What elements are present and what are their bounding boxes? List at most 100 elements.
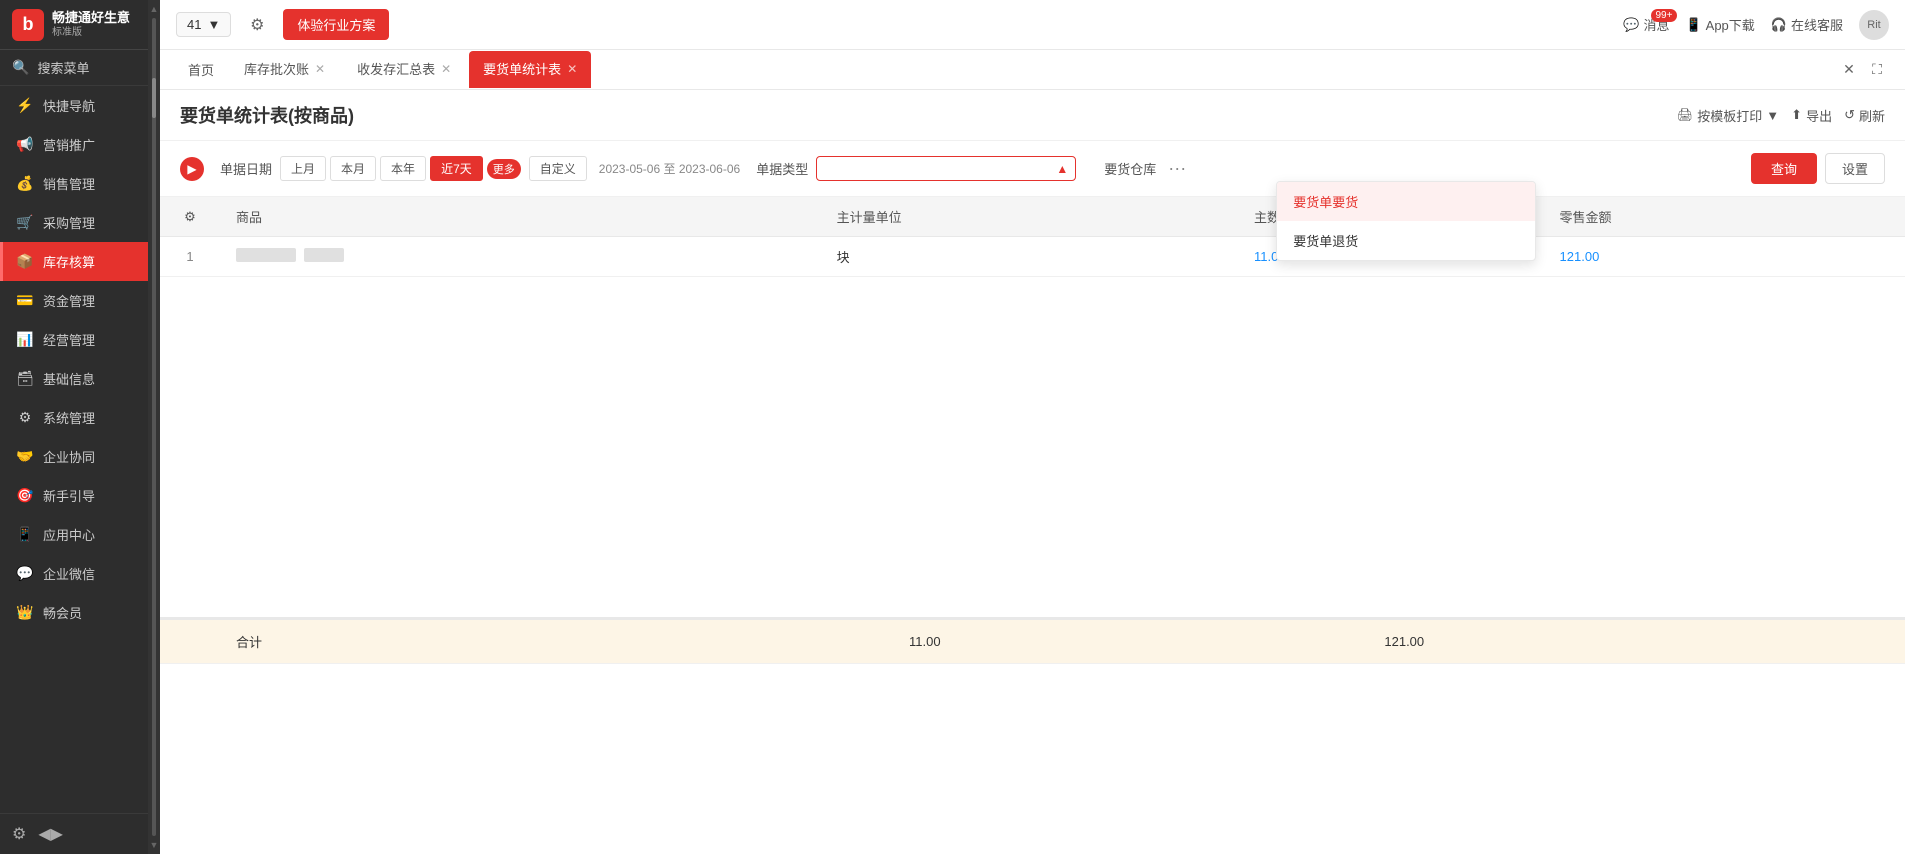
table-settings-icon: ⚙ <box>184 209 196 225</box>
scroll-thumb <box>152 78 156 118</box>
scroll-down-arrow[interactable]: ▼ <box>150 840 159 850</box>
scroll-up-arrow[interactable]: ▲ <box>150 4 159 14</box>
warehouse-more-icon[interactable]: ··· <box>1164 158 1190 179</box>
tab-inventory-batch[interactable]: 库存批次账 ✕ <box>230 51 339 88</box>
sidebar-item-enterprise[interactable]: 🤝 企业协同 <box>0 437 148 476</box>
tab-order-stats-close[interactable]: ✕ <box>567 62 577 76</box>
sidebar-item-basic-info[interactable]: 🗃 基础信息 <box>0 359 148 398</box>
sidebar-search[interactable]: 🔍 搜索菜单 <box>0 50 148 86</box>
product-placeholder-2 <box>304 248 344 262</box>
sidebar-nav: ⚡ 快捷导航 📢 营销推广 💰 销售管理 🛒 采购管理 📦 库存核算 💳 资金管… <box>0 86 148 813</box>
sales-icon: 💰 <box>15 175 35 192</box>
store-selector[interactable]: 41 ▼ <box>176 12 231 37</box>
quick-nav-icon: ⚡ <box>15 97 35 114</box>
table-row: 1 块 11.00 121.00 <box>160 237 1905 277</box>
sidebar-item-quick-nav[interactable]: ⚡ 快捷导航 <box>0 86 148 125</box>
tab-home[interactable]: 首页 <box>176 52 226 87</box>
sidebar-item-inventory[interactable]: 📦 库存核算 <box>0 242 148 281</box>
curr-year-button[interactable]: 本年 <box>380 156 426 181</box>
type-input-wrapper: ▲ 要货单要货 要货单退货 <box>816 156 1076 181</box>
logo-icon: b <box>12 9 44 41</box>
basic-info-icon: 🗃 <box>15 370 35 387</box>
industry-plan-button[interactable]: 体验行业方案 <box>283 9 389 40</box>
sidebar-item-app-center[interactable]: 📱 应用中心 <box>0 515 148 554</box>
sidebar-item-member[interactable]: 👑 畅会员 <box>0 593 148 632</box>
wechat-icon: 💬 <box>15 565 35 582</box>
prev-month-button[interactable]: 上月 <box>280 156 326 181</box>
data-table: ⚙ 商品 主计量单位 主数量 零售金额 1 <box>160 197 1905 277</box>
purchase-icon: 🛒 <box>15 214 35 231</box>
tab-collection-summary[interactable]: 收发存汇总表 ✕ <box>343 51 465 88</box>
sidebar-footer: ⚙ ◀▶ <box>0 813 148 854</box>
sidebar-item-system[interactable]: ⚙ 系统管理 <box>0 398 148 437</box>
last-7-days-button[interactable]: 近7天 <box>430 156 483 181</box>
filter-settings-button[interactable]: 设置 <box>1825 153 1885 184</box>
sidebar-item-guide[interactable]: 🎯 新手引导 <box>0 476 148 515</box>
app-center-icon: 📱 <box>15 526 35 543</box>
notification-icon: 💬 <box>1623 17 1639 33</box>
avatar[interactable]: Rit <box>1859 10 1889 40</box>
sidebar-item-sales[interactable]: 💰 销售管理 <box>0 164 148 203</box>
sidebar-item-label: 经营管理 <box>43 330 95 349</box>
sidebar-item-label: 资金管理 <box>43 291 95 310</box>
tab-order-stats[interactable]: 要货单统计表 ✕ <box>469 51 591 88</box>
print-button[interactable]: 🖨 按模板打印 ▼ <box>1677 106 1779 125</box>
tab-inventory-batch-close[interactable]: ✕ <box>315 62 325 76</box>
refresh-button[interactable]: ↺ 刷新 <box>1844 106 1885 125</box>
online-service-area[interactable]: 🎧 在线客服 <box>1771 15 1843 34</box>
date-quick-buttons: 上月 本月 本年 近7天 更多 <box>280 156 521 181</box>
export-icon: ⬆ <box>1791 107 1802 123</box>
dropdown-item-order-goods[interactable]: 要货单要货 <box>1277 182 1535 221</box>
total-amount: 121.00 <box>1368 619 1905 664</box>
type-filter-input[interactable] <box>816 156 1076 181</box>
table-wrapper: ⚙ 商品 主计量单位 主数量 零售金额 1 <box>160 197 1905 277</box>
settings-footer-icon[interactable]: ⚙ <box>12 824 26 844</box>
tabs-controls: ✕ ⛶ <box>1837 58 1889 82</box>
export-button[interactable]: ⬆ 导出 <box>1791 106 1832 125</box>
notification-area[interactable]: 💬 消息 99+ <box>1623 15 1669 34</box>
sidebar-item-finance[interactable]: 💳 资金管理 <box>0 281 148 320</box>
sidebar-item-marketing[interactable]: 📢 营销推广 <box>0 125 148 164</box>
col-settings[interactable]: ⚙ <box>160 197 220 237</box>
sidebar-item-label: 销售管理 <box>43 174 95 193</box>
sidebar-item-label: 企业协同 <box>43 447 95 466</box>
curr-month-button[interactable]: 本月 <box>330 156 376 181</box>
col-unit: 主计量单位 <box>821 197 1238 237</box>
query-button[interactable]: 查询 <box>1751 153 1817 184</box>
toggle-sidebar-icon[interactable]: ◀▶ <box>38 824 63 844</box>
type-chevron-up-icon[interactable]: ▲ <box>1056 162 1068 176</box>
row-seq: 1 <box>160 237 220 277</box>
dropdown-item-order-return[interactable]: 要货单退货 <box>1277 221 1535 260</box>
sidebar-item-label: 系统管理 <box>43 408 95 427</box>
top-header: 41 ▼ ⚙ 体验行业方案 💬 消息 99+ 📱 App下载 🎧 在线客服 Ri… <box>160 0 1905 50</box>
total-area: 合计 11.00 121.00 <box>160 617 1905 664</box>
type-dropdown: 要货单要货 要货单退货 <box>1276 181 1536 261</box>
product-placeholder-1 <box>236 248 296 262</box>
date-filter-label: 单据日期 <box>220 159 272 178</box>
row-product <box>220 237 821 277</box>
sidebar-item-label: 企业微信 <box>43 564 95 583</box>
scroll-track <box>152 18 156 836</box>
tab-expand-button[interactable]: ⛶ <box>1865 58 1889 82</box>
row-unit: 块 <box>821 237 1238 277</box>
header-gear-button[interactable]: ⚙ <box>243 11 271 39</box>
date-more-badge[interactable]: 更多 <box>487 159 521 179</box>
sidebar-item-purchase[interactable]: 🛒 采购管理 <box>0 203 148 242</box>
filter-expand-button[interactable]: ▶ <box>180 157 204 181</box>
tab-close-all-button[interactable]: ✕ <box>1837 58 1861 82</box>
filter-action-buttons: 查询 设置 <box>1751 153 1885 184</box>
sidebar-item-operations[interactable]: 📊 经营管理 <box>0 320 148 359</box>
tab-collection-summary-close[interactable]: ✕ <box>441 62 451 76</box>
refresh-label: 刷新 <box>1859 106 1885 125</box>
inventory-icon: 📦 <box>15 253 35 270</box>
date-custom-button[interactable]: 自定义 <box>529 156 587 181</box>
row-amount-link[interactable]: 121.00 <box>1560 249 1600 264</box>
warehouse-filter-group: 要货仓库 ··· <box>1104 158 1190 179</box>
app-download-area[interactable]: 📱 App下载 <box>1685 15 1754 34</box>
sidebar-item-wechat[interactable]: 💬 企业微信 <box>0 554 148 593</box>
sidebar-item-label: 基础信息 <box>43 369 95 388</box>
total-quantity: 11.00 <box>893 619 1368 664</box>
sidebar-item-label: 畅会员 <box>43 603 82 622</box>
sidebar-item-label: 库存核算 <box>43 252 95 271</box>
sidebar: b 畅捷通好生意 标准版 🔍 搜索菜单 ⚡ 快捷导航 📢 营销推广 💰 销售管理… <box>0 0 148 854</box>
